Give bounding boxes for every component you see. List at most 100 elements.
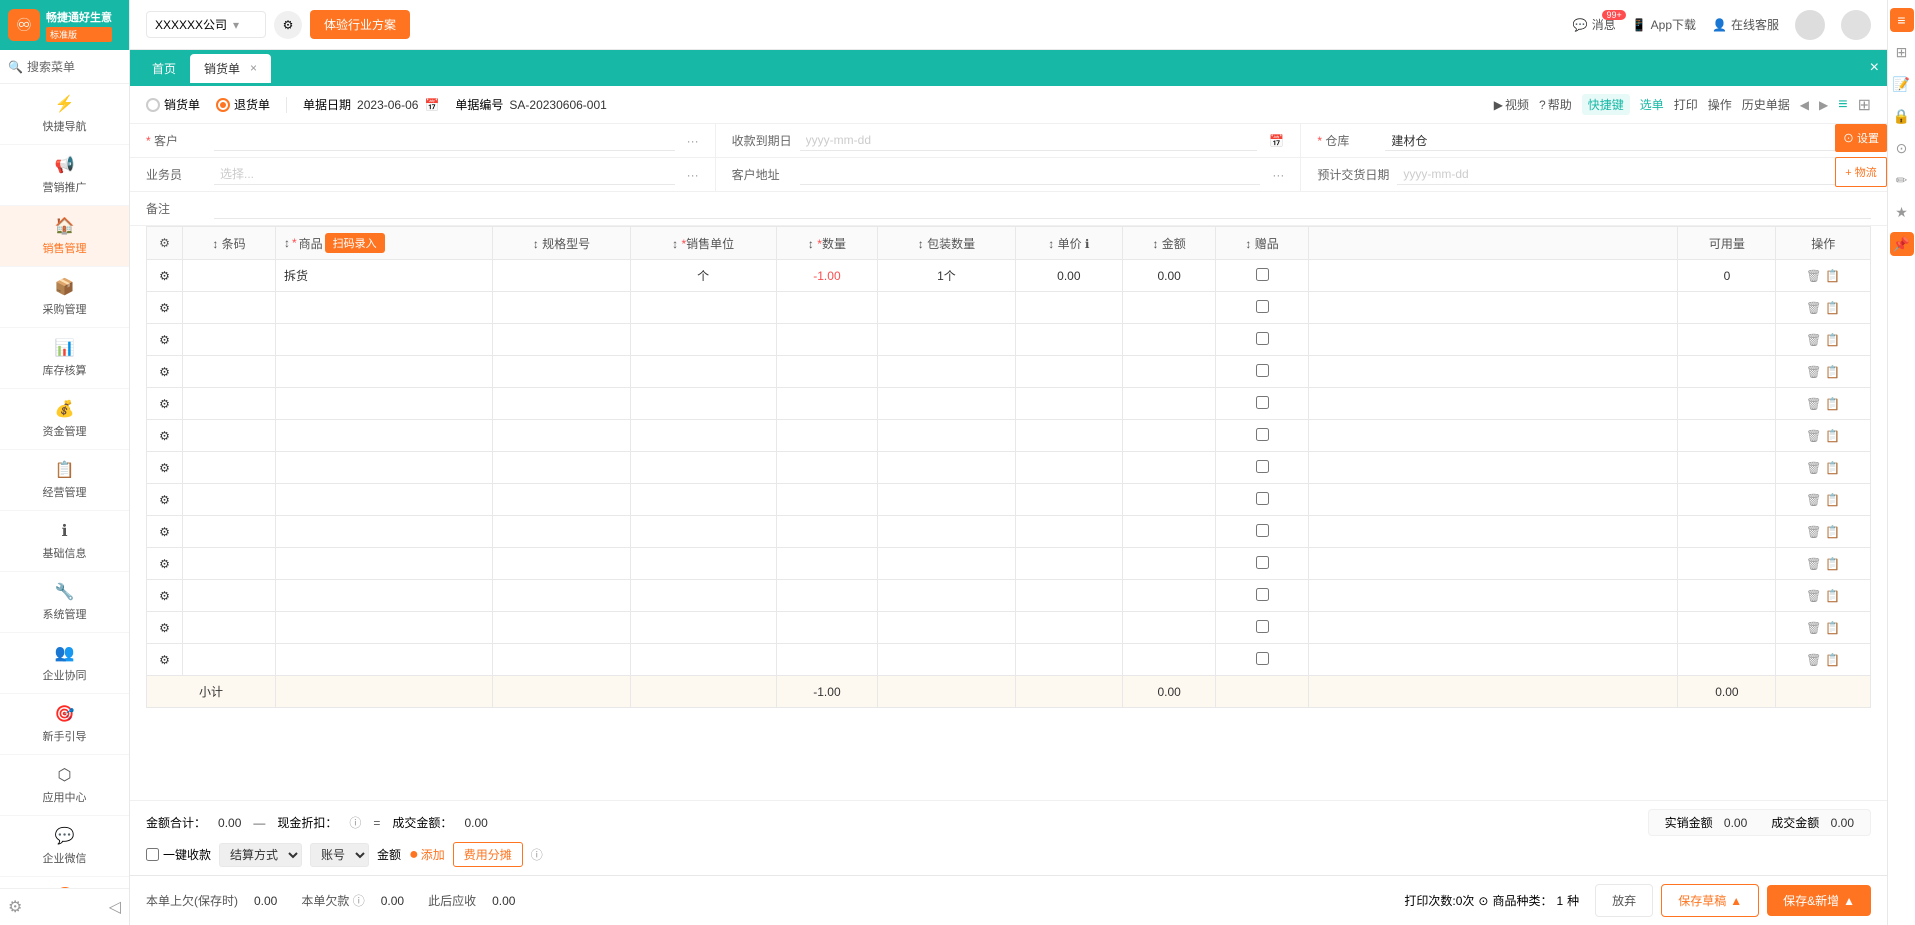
cell-gift-1[interactable] <box>1216 292 1309 324</box>
cell-amount-11[interactable] <box>1123 612 1216 644</box>
delete-icon-4[interactable]: 🗑 <box>1806 397 1821 411</box>
cell-unit-5[interactable] <box>630 420 776 452</box>
cell-qty-4[interactable] <box>776 388 878 420</box>
print-btn[interactable]: 打印 <box>1674 96 1698 113</box>
sidebar-item-wechat[interactable]: 💬 企业微信 <box>0 816 129 877</box>
cell-unit-1[interactable] <box>630 292 776 324</box>
expense-info-icon[interactable]: ⓘ <box>531 846 543 863</box>
cell-spec-8[interactable] <box>493 516 630 548</box>
cell-gift-9[interactable] <box>1216 548 1309 580</box>
cell-settings-6[interactable]: ⚙ <box>147 452 183 484</box>
calendar-icon[interactable]: 📅 <box>424 98 439 112</box>
history-btn[interactable]: 历史单据 <box>1742 96 1790 113</box>
product-type-radio[interactable]: ⊙ <box>1478 894 1488 908</box>
settings-icon[interactable]: ⚙ <box>8 897 22 917</box>
cell-pkg-qty-12[interactable] <box>878 644 1015 676</box>
view-list-icon[interactable]: ≡ <box>1838 96 1847 114</box>
cell-unit-price-4[interactable] <box>1015 388 1123 420</box>
salesperson-input[interactable] <box>214 164 675 185</box>
th-qty[interactable]: ↕ *数量 <box>776 227 878 260</box>
cell-product-12[interactable] <box>275 644 492 676</box>
cell-gift-11[interactable] <box>1216 612 1309 644</box>
cell-amount-3[interactable] <box>1123 356 1216 388</box>
cell-qty-8[interactable] <box>776 516 878 548</box>
cell-gift-6[interactable] <box>1216 452 1309 484</box>
logistics-side-btn[interactable]: + 物流 <box>1835 157 1887 187</box>
cell-amount-12[interactable] <box>1123 644 1216 676</box>
copy-icon-5[interactable]: 📋 <box>1825 429 1840 443</box>
scan-barcode-button[interactable]: 扫码录入 <box>325 233 385 253</box>
copy-icon-11[interactable]: 📋 <box>1825 621 1840 635</box>
th-pkg-qty[interactable]: ↕ 包装数量 <box>878 227 1015 260</box>
th-unit[interactable]: ↕ *销售单位 <box>630 227 776 260</box>
cell-barcode-10[interactable] <box>183 580 276 612</box>
cell-qty-1[interactable] <box>776 292 878 324</box>
save-new-button[interactable]: 保存&新增 ▲ <box>1767 885 1871 916</box>
cell-unit-6[interactable] <box>630 452 776 484</box>
prev-icon[interactable]: ◀ <box>1800 98 1809 112</box>
th-amount[interactable]: ↕ 金额 <box>1123 227 1216 260</box>
th-product[interactable]: ↕ * 商品 扫码录入 <box>275 227 492 260</box>
cell-spec-7[interactable] <box>493 484 630 516</box>
cell-settings-12[interactable]: ⚙ <box>147 644 183 676</box>
add-payment-button[interactable]: ● 添加 <box>409 846 445 864</box>
cell-settings-9[interactable]: ⚙ <box>147 548 183 580</box>
sidebar-item-marketing[interactable]: 📢 营销推广 <box>0 145 129 206</box>
cell-settings-11[interactable]: ⚙ <box>147 612 183 644</box>
cell-pkg-qty-1[interactable] <box>878 292 1015 324</box>
copy-icon-9[interactable]: 📋 <box>1825 557 1840 571</box>
cell-settings-5[interactable]: ⚙ <box>147 420 183 452</box>
tab-home[interactable]: 首页 <box>138 54 190 83</box>
cell-spec-9[interactable] <box>493 548 630 580</box>
copy-icon-12[interactable]: 📋 <box>1825 653 1840 667</box>
cell-unit-price-10[interactable] <box>1015 580 1123 612</box>
cell-unit-price-1[interactable] <box>1015 292 1123 324</box>
cell-pkg-qty-10[interactable] <box>878 580 1015 612</box>
cell-product-5[interactable] <box>275 420 492 452</box>
cell-settings-2[interactable]: ⚙ <box>147 324 183 356</box>
cell-gift-5[interactable] <box>1216 420 1309 452</box>
debt-info-icon[interactable]: ⓘ <box>353 894 365 908</box>
cell-pkg-qty-3[interactable] <box>878 356 1015 388</box>
one-click-pay-check[interactable] <box>146 848 159 861</box>
cell-qty-2[interactable] <box>776 324 878 356</box>
cell-spec-1[interactable] <box>493 292 630 324</box>
cell-product-3[interactable] <box>275 356 492 388</box>
cell-settings-1[interactable]: ⚙ <box>147 292 183 324</box>
cell-gift-10[interactable] <box>1216 580 1309 612</box>
message-button[interactable]: 💬 消息 99+ <box>1573 16 1616 33</box>
view-grid-icon[interactable]: ⊞ <box>1858 95 1871 115</box>
cell-unit-price-11[interactable] <box>1015 612 1123 644</box>
cell-unit-4[interactable] <box>630 388 776 420</box>
right-panel-edit-icon[interactable]: 📝 <box>1890 72 1914 96</box>
right-panel-circle-icon[interactable]: ⊙ <box>1890 136 1914 160</box>
radio-sale[interactable]: 销货单 <box>146 96 200 113</box>
cell-qty-6[interactable] <box>776 452 878 484</box>
salesperson-more-icon[interactable]: ··· <box>687 168 699 182</box>
cell-product-2[interactable] <box>275 324 492 356</box>
copy-icon-0[interactable]: 📋 <box>1825 269 1840 283</box>
account-select[interactable]: 账号 <box>310 843 369 867</box>
cell-barcode-1[interactable] <box>183 292 276 324</box>
cell-product-7[interactable] <box>275 484 492 516</box>
delete-icon-3[interactable]: 🗑 <box>1806 365 1821 379</box>
right-panel-orange-icon[interactable]: 📌 <box>1890 232 1914 256</box>
close-all-button[interactable]: × <box>1870 59 1879 77</box>
copy-icon-7[interactable]: 📋 <box>1825 493 1840 507</box>
sidebar-item-operation[interactable]: 📋 经营管理 <box>0 450 129 511</box>
cell-unit-11[interactable] <box>630 612 776 644</box>
cell-product-9[interactable] <box>275 548 492 580</box>
select-btn[interactable]: 选单 <box>1640 96 1664 113</box>
remarks-input[interactable] <box>214 198 1871 219</box>
cell-spec-4[interactable] <box>493 388 630 420</box>
delete-icon-2[interactable]: 🗑 <box>1806 333 1821 347</box>
sidebar-item-guide[interactable]: 🎯 新手引导 <box>0 694 129 755</box>
right-panel-star-icon[interactable]: ★ <box>1890 200 1914 224</box>
cell-unit-price-3[interactable] <box>1015 356 1123 388</box>
settings-button[interactable]: ⚙ <box>274 11 302 39</box>
cell-amount-1[interactable] <box>1123 292 1216 324</box>
expense-split-button[interactable]: 费用分摊 <box>453 842 523 867</box>
cell-product-8[interactable] <box>275 516 492 548</box>
right-panel-pencil-icon[interactable]: ✏ <box>1890 168 1914 192</box>
cell-product-0[interactable]: 拆货 <box>275 260 492 292</box>
